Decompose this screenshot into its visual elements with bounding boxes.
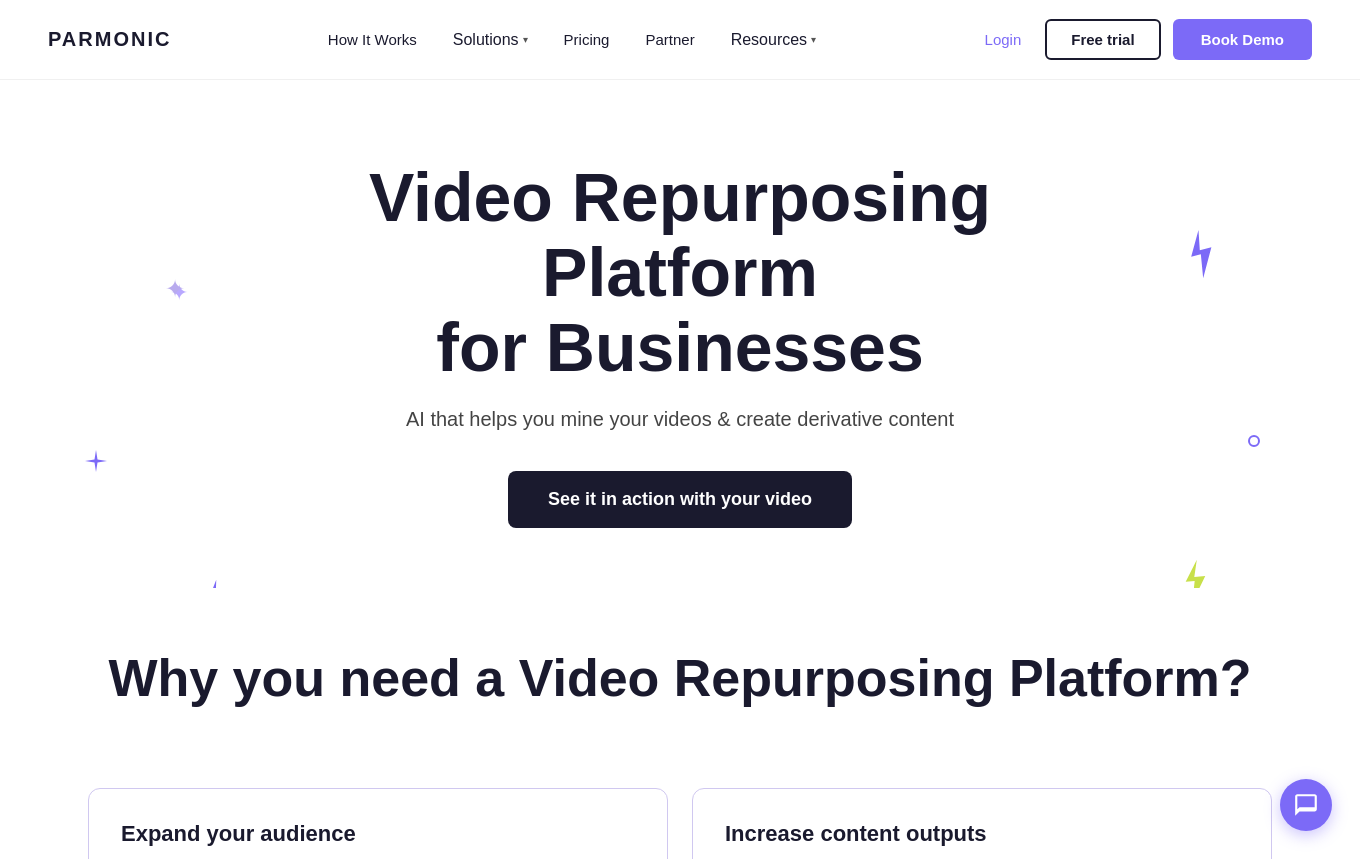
navbar: PARMONIC How It Works Solutions ▾ Pricin… <box>0 0 1360 80</box>
chevron-down-icon-resources: ▾ <box>811 34 816 45</box>
nav-link-pricing[interactable]: Pricing <box>564 31 610 48</box>
hero-subtitle: AI that helps you mine your videos & cre… <box>40 408 1320 431</box>
why-section-title: Why you need a Video Repurposing Platfor… <box>48 648 1312 708</box>
lightning-bottomright <box>1178 559 1212 589</box>
nav-link-resources[interactable]: Resources ▾ <box>731 31 816 49</box>
nav-link-solutions[interactable]: Solutions ▾ <box>453 31 528 49</box>
login-link[interactable]: Login <box>973 23 1034 56</box>
svg-marker-0 <box>1185 228 1219 280</box>
hero-section: ✦ ✦ Video Repurposing Platform for Busin… <box>0 80 1360 588</box>
cards-row: Expand your audience ✔ Reach people who … <box>0 788 1360 859</box>
chat-icon <box>1293 792 1319 818</box>
nav-links: How It Works Solutions ▾ Pricing Partner… <box>328 31 816 49</box>
card-expand-audience-title: Expand your audience <box>121 821 635 847</box>
card-increase-content-title: Increase content outputs <box>725 821 1239 847</box>
nav-item-partner[interactable]: Partner <box>645 31 694 49</box>
chat-widget[interactable] <box>1280 779 1332 831</box>
book-demo-button[interactable]: Book Demo <box>1173 19 1312 60</box>
circle-decoration-right <box>1248 435 1260 447</box>
nav-link-partner[interactable]: Partner <box>645 31 694 48</box>
nav-link-how-it-works[interactable]: How It Works <box>328 31 417 48</box>
nav-item-how-it-works[interactable]: How It Works <box>328 31 417 49</box>
why-section: Why you need a Video Repurposing Platfor… <box>0 588 1360 788</box>
svg-marker-1 <box>202 578 232 588</box>
lightning-bottomleft <box>196 577 239 588</box>
lightning-topright <box>1177 226 1227 290</box>
star-decoration-midleft <box>85 450 107 477</box>
hero-title: Video Repurposing Platform for Businesse… <box>230 160 1130 384</box>
nav-item-pricing[interactable]: Pricing <box>564 31 610 49</box>
hero-cta-button[interactable]: See it in action with your video <box>508 471 852 528</box>
card-expand-audience: Expand your audience ✔ Reach people who … <box>88 788 668 859</box>
nav-item-solutions[interactable]: Solutions ▾ <box>453 31 528 49</box>
plus-decoration-left: ✦ <box>165 275 185 303</box>
svg-marker-2 <box>1184 559 1208 588</box>
star-decoration-topleft: ✦ <box>170 280 188 306</box>
chevron-down-icon: ▾ <box>523 34 528 45</box>
nav-logo: PARMONIC <box>48 28 171 51</box>
free-trial-button[interactable]: Free trial <box>1045 19 1160 60</box>
card-increase-content: Increase content outputs ✔ Upskill your … <box>692 788 1272 859</box>
nav-actions: Login Free trial Book Demo <box>973 19 1312 60</box>
nav-item-resources[interactable]: Resources ▾ <box>731 31 816 49</box>
